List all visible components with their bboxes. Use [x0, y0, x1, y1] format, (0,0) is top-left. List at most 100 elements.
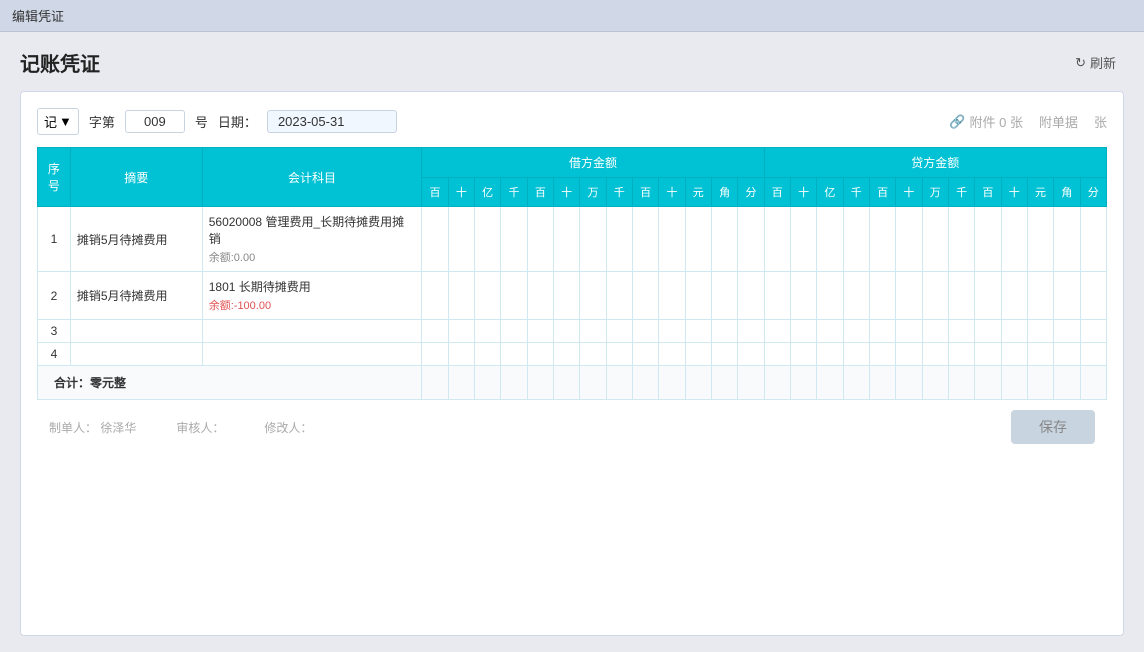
debit-cell-r4-c5[interactable]: [527, 343, 553, 366]
credit-cell-r4-c13[interactable]: [1080, 343, 1106, 366]
credit-cell-r1-c3[interactable]: [817, 207, 843, 272]
credit-cell-r2-c4[interactable]: [843, 272, 869, 320]
credit-cell-r2-c12[interactable]: [1054, 272, 1080, 320]
save-button[interactable]: 保存: [1011, 410, 1095, 444]
debit-cell-r2-c9[interactable]: [632, 272, 658, 320]
row-account-4[interactable]: [202, 343, 422, 366]
debit-cell-r1-c1[interactable]: [422, 207, 448, 272]
row-summary-2[interactable]: 摊销5月待摊费用: [70, 272, 202, 320]
credit-cell-r2-c8[interactable]: [948, 272, 974, 320]
debit-cell-r1-c2[interactable]: [448, 207, 474, 272]
debit-cell-r3-c3[interactable]: [475, 320, 501, 343]
credit-cell-r4-c7[interactable]: [922, 343, 948, 366]
debit-cell-r1-c4[interactable]: [501, 207, 527, 272]
row-seq-2[interactable]: 2: [38, 272, 71, 320]
debit-cell-r2-c10[interactable]: [659, 272, 685, 320]
debit-cell-r3-c5[interactable]: [527, 320, 553, 343]
credit-cell-r3-c1[interactable]: [764, 320, 790, 343]
debit-cell-r4-c11[interactable]: [685, 343, 711, 366]
row-account-2[interactable]: 1801 长期待摊费用余额:-100.00: [202, 272, 422, 320]
credit-cell-r4-c5[interactable]: [869, 343, 895, 366]
row-summary-3[interactable]: [70, 320, 202, 343]
credit-cell-r2-c10[interactable]: [1001, 272, 1027, 320]
debit-cell-r2-c8[interactable]: [606, 272, 632, 320]
credit-cell-r3-c8[interactable]: [948, 320, 974, 343]
debit-cell-r3-c12[interactable]: [711, 320, 737, 343]
debit-cell-r4-c10[interactable]: [659, 343, 685, 366]
debit-cell-r1-c5[interactable]: [527, 207, 553, 272]
debit-cell-r4-c2[interactable]: [448, 343, 474, 366]
debit-cell-r4-c1[interactable]: [422, 343, 448, 366]
credit-cell-r3-c13[interactable]: [1080, 320, 1106, 343]
credit-cell-r4-c2[interactable]: [790, 343, 816, 366]
credit-cell-r1-c11[interactable]: [1027, 207, 1053, 272]
credit-cell-r2-c6[interactable]: [896, 272, 922, 320]
debit-cell-r2-c3[interactable]: [475, 272, 501, 320]
credit-cell-r2-c1[interactable]: [764, 272, 790, 320]
voucher-number-input[interactable]: [125, 110, 185, 133]
debit-cell-r1-c11[interactable]: [685, 207, 711, 272]
debit-cell-r3-c8[interactable]: [606, 320, 632, 343]
credit-cell-r1-c4[interactable]: [843, 207, 869, 272]
credit-cell-r4-c11[interactable]: [1027, 343, 1053, 366]
credit-cell-r2-c13[interactable]: [1080, 272, 1106, 320]
debit-cell-r3-c9[interactable]: [632, 320, 658, 343]
credit-cell-r4-c1[interactable]: [764, 343, 790, 366]
debit-cell-r3-c10[interactable]: [659, 320, 685, 343]
debit-cell-r2-c4[interactable]: [501, 272, 527, 320]
credit-cell-r3-c6[interactable]: [896, 320, 922, 343]
debit-cell-r1-c9[interactable]: [632, 207, 658, 272]
debit-cell-r3-c2[interactable]: [448, 320, 474, 343]
debit-cell-r1-c12[interactable]: [711, 207, 737, 272]
credit-cell-r3-c9[interactable]: [975, 320, 1001, 343]
type-dropdown[interactable]: 记 ▼: [37, 108, 79, 135]
credit-cell-r1-c8[interactable]: [948, 207, 974, 272]
debit-cell-r4-c3[interactable]: [475, 343, 501, 366]
row-account-1[interactable]: 56020008 管理费用_长期待摊费用摊销余额:0.00: [202, 207, 422, 272]
credit-cell-r3-c5[interactable]: [869, 320, 895, 343]
debit-cell-r2-c5[interactable]: [527, 272, 553, 320]
credit-cell-r1-c13[interactable]: [1080, 207, 1106, 272]
credit-cell-r3-c7[interactable]: [922, 320, 948, 343]
credit-cell-r2-c11[interactable]: [1027, 272, 1053, 320]
debit-cell-r1-c3[interactable]: [475, 207, 501, 272]
credit-cell-r3-c3[interactable]: [817, 320, 843, 343]
credit-cell-r4-c4[interactable]: [843, 343, 869, 366]
debit-cell-r2-c12[interactable]: [711, 272, 737, 320]
debit-cell-r3-c7[interactable]: [580, 320, 606, 343]
debit-cell-r4-c4[interactable]: [501, 343, 527, 366]
debit-cell-r4-c12[interactable]: [711, 343, 737, 366]
credit-cell-r2-c5[interactable]: [869, 272, 895, 320]
debit-cell-r1-c6[interactable]: [553, 207, 579, 272]
debit-cell-r2-c13[interactable]: [738, 272, 764, 320]
debit-cell-r4-c8[interactable]: [606, 343, 632, 366]
fudanju-button[interactable]: 附单据: [1039, 112, 1078, 131]
credit-cell-r3-c12[interactable]: [1054, 320, 1080, 343]
debit-cell-r2-c7[interactable]: [580, 272, 606, 320]
debit-cell-r3-c4[interactable]: [501, 320, 527, 343]
debit-cell-r3-c11[interactable]: [685, 320, 711, 343]
credit-cell-r4-c6[interactable]: [896, 343, 922, 366]
debit-cell-r4-c6[interactable]: [553, 343, 579, 366]
credit-cell-r2-c3[interactable]: [817, 272, 843, 320]
row-seq-1[interactable]: 1: [38, 207, 71, 272]
debit-cell-r4-c7[interactable]: [580, 343, 606, 366]
credit-cell-r1-c9[interactable]: [975, 207, 1001, 272]
credit-cell-r1-c6[interactable]: [896, 207, 922, 272]
debit-cell-r3-c6[interactable]: [553, 320, 579, 343]
row-summary-1[interactable]: 摊销5月待摊费用: [70, 207, 202, 272]
credit-cell-r3-c2[interactable]: [790, 320, 816, 343]
credit-cell-r4-c8[interactable]: [948, 343, 974, 366]
credit-cell-r3-c10[interactable]: [1001, 320, 1027, 343]
row-summary-4[interactable]: [70, 343, 202, 366]
debit-cell-r1-c10[interactable]: [659, 207, 685, 272]
row-seq-4[interactable]: 4: [38, 343, 71, 366]
debit-cell-r1-c13[interactable]: [738, 207, 764, 272]
date-input[interactable]: [267, 110, 397, 133]
credit-cell-r1-c7[interactable]: [922, 207, 948, 272]
credit-cell-r2-c2[interactable]: [790, 272, 816, 320]
credit-cell-r1-c2[interactable]: [790, 207, 816, 272]
credit-cell-r1-c1[interactable]: [764, 207, 790, 272]
debit-cell-r2-c2[interactable]: [448, 272, 474, 320]
credit-cell-r3-c4[interactable]: [843, 320, 869, 343]
